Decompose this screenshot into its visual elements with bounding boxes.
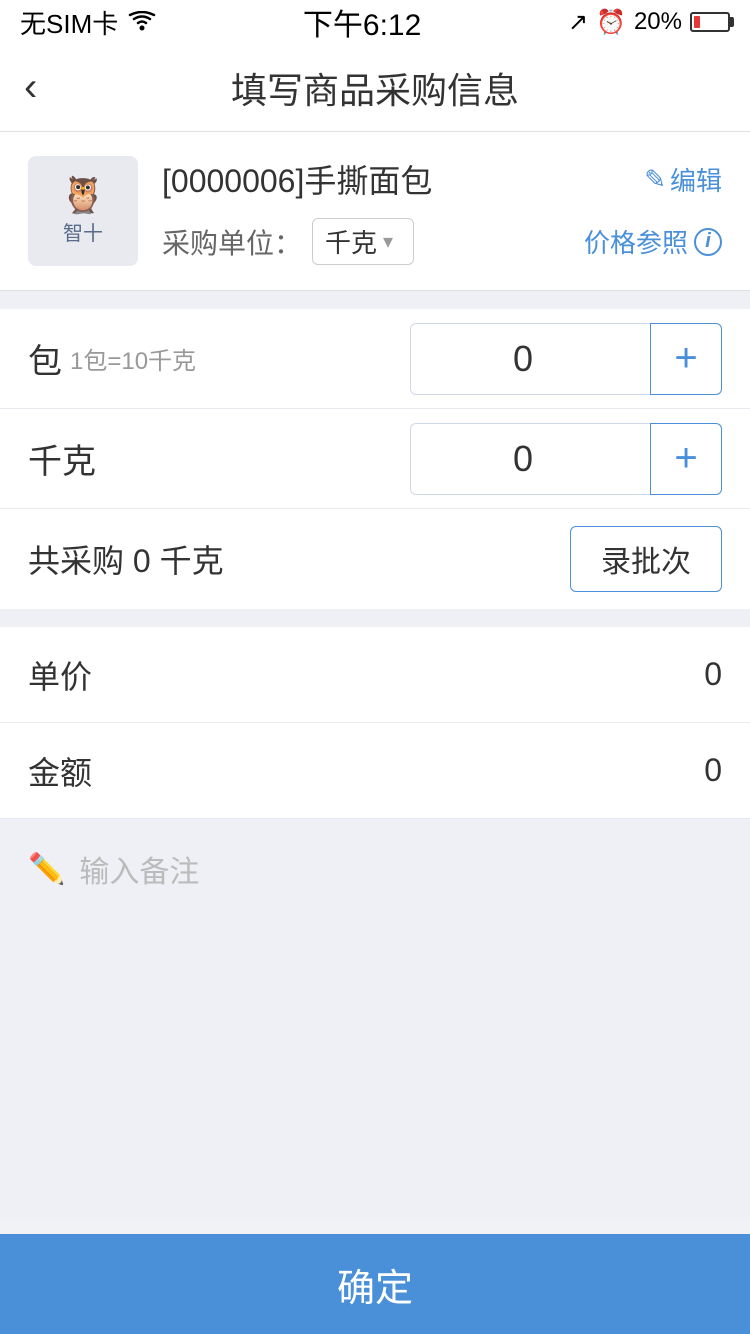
wifi-icon [128, 7, 156, 38]
price-section: 单价 0 金额 0 [0, 627, 750, 819]
location-icon: ↗ [568, 8, 588, 37]
product-image: 🦉 智十 [28, 156, 138, 266]
unit-price-label: 单价 [28, 652, 92, 698]
kg-row: 千克 + [0, 409, 750, 509]
unit-value: 千克 [325, 223, 377, 260]
kg-input[interactable] [410, 423, 650, 495]
alarm-icon: ⏰ [596, 8, 626, 37]
bao-row: 包 1包=10千克 + [0, 309, 750, 409]
summary-text: 共采购 0 千克 [28, 536, 224, 582]
divider-2 [0, 609, 750, 627]
product-image-icon: 🦉 [61, 177, 106, 213]
unit-left: 采购单位： 千克 ▾ [162, 218, 414, 265]
battery-percent: 20% [634, 8, 682, 36]
note-section[interactable]: ✏️ 输入备注 [0, 819, 750, 919]
price-ref-button[interactable]: 价格参照 i [584, 223, 722, 260]
form-section-bao: 包 1包=10千克 + 千克 + [0, 309, 750, 509]
status-right: ↗ ⏰ 20% [568, 8, 730, 37]
status-bar: 无SIM卡 下午6:12 ↗ ⏰ 20% [0, 0, 750, 44]
divider-1 [0, 291, 750, 309]
summary-row: 共采购 0 千克 录批次 [0, 509, 750, 609]
back-button[interactable]: ‹ [24, 65, 37, 110]
unit-price-value: 0 [704, 656, 722, 693]
bao-plus-button[interactable]: + [650, 323, 722, 395]
amount-value: 0 [704, 752, 722, 789]
bao-input[interactable] [410, 323, 650, 395]
product-name-row: [0000006]手撕面包 ✎ 编辑 [162, 156, 722, 202]
edit-icon: ✎ [644, 164, 666, 195]
product-name: [0000006]手撕面包 [162, 156, 432, 202]
batch-button[interactable]: 录批次 [570, 526, 722, 592]
info-icon: i [694, 228, 722, 256]
product-info: [0000006]手撕面包 ✎ 编辑 采购单位： 千克 ▾ 价格参照 i [162, 156, 722, 265]
confirm-button[interactable]: 确定 [0, 1234, 750, 1334]
product-unit-row: 采购单位： 千克 ▾ 价格参照 i [162, 218, 722, 265]
carrier-label: 无SIM卡 [20, 4, 118, 41]
bao-input-group: + [410, 323, 722, 395]
empty-area [0, 919, 750, 1219]
content-area: 🦉 智十 [0000006]手撕面包 ✎ 编辑 采购单位： 千克 ▾ [0, 132, 750, 1219]
kg-label: 千克 [28, 434, 96, 483]
unit-price-row: 单价 0 [0, 627, 750, 723]
status-time: 下午6:12 [303, 0, 421, 44]
bao-sub-label: 1包=10千克 [70, 341, 196, 376]
unit-label: 采购单位： [162, 222, 302, 262]
bao-label: 包 [28, 334, 62, 383]
amount-row: 金额 0 [0, 723, 750, 819]
page-title: 填写商品采购信息 [231, 62, 519, 114]
product-image-text: 智十 [63, 217, 103, 246]
kg-plus-button[interactable]: + [650, 423, 722, 495]
edit-button[interactable]: ✎ 编辑 [644, 161, 722, 198]
chevron-down-icon: ▾ [383, 229, 393, 254]
kg-input-group: + [410, 423, 722, 495]
pencil-icon: ✏️ [28, 852, 65, 887]
note-placeholder: 输入备注 [79, 847, 199, 891]
status-left: 无SIM卡 [20, 4, 156, 41]
nav-bar: ‹ 填写商品采购信息 [0, 44, 750, 132]
battery-indicator [690, 12, 730, 32]
price-ref-label: 价格参照 [584, 223, 688, 260]
unit-select[interactable]: 千克 ▾ [312, 218, 414, 265]
product-card: 🦉 智十 [0000006]手撕面包 ✎ 编辑 采购单位： 千克 ▾ [0, 132, 750, 291]
amount-label: 金额 [28, 748, 92, 794]
